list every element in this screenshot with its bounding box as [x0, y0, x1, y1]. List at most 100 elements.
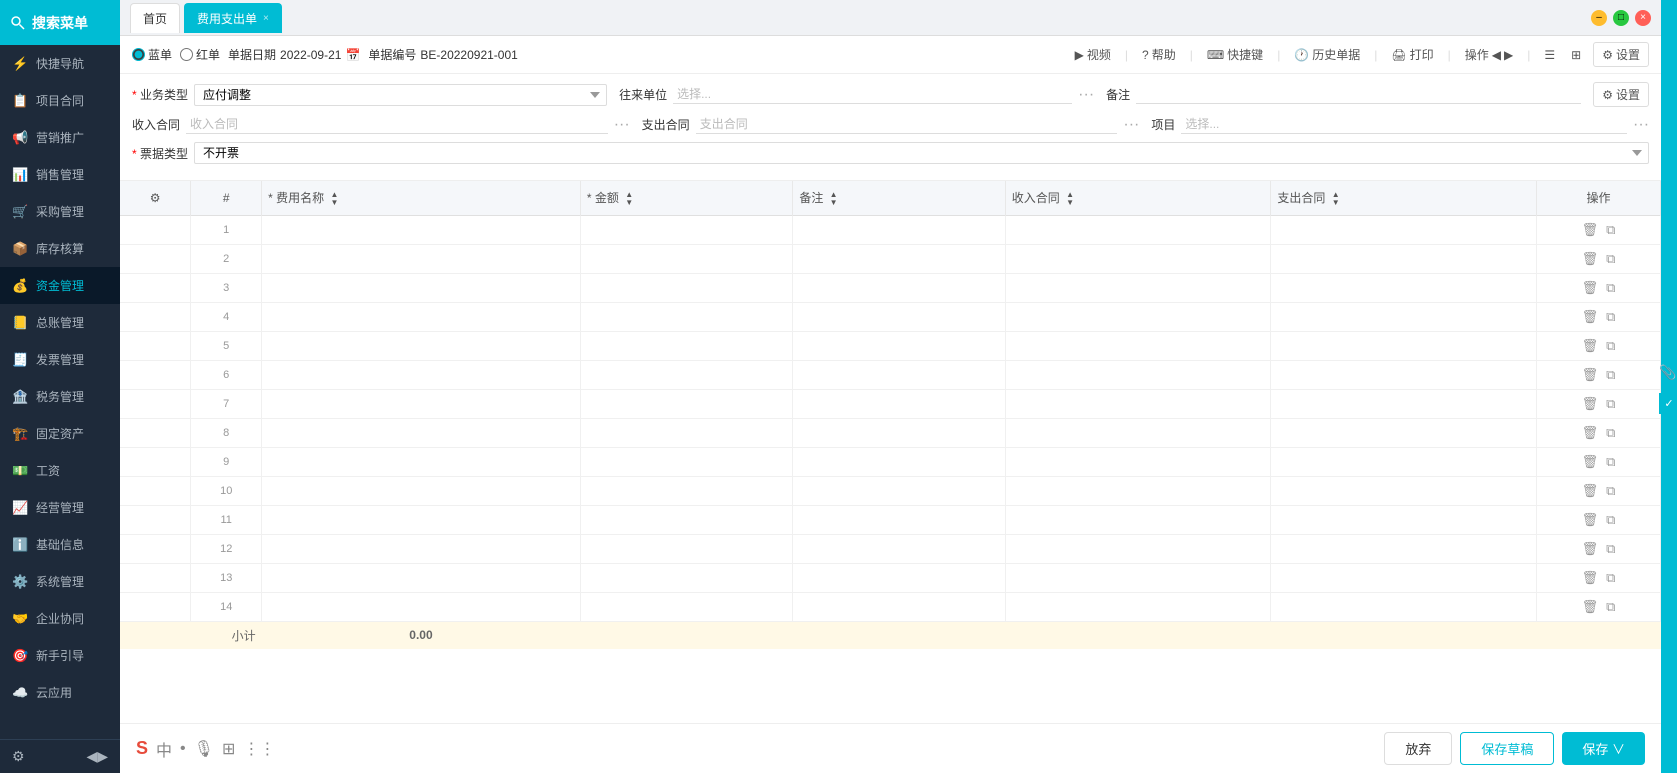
- sidebar-item-tax[interactable]: 🏦 税务管理: [0, 378, 120, 415]
- table-row[interactable]: 3 🗑 ⧉: [120, 273, 1661, 302]
- row-amount-cell[interactable]: [580, 418, 792, 447]
- calendar-icon[interactable]: 📅: [345, 48, 360, 62]
- row-expense-cell[interactable]: [1271, 447, 1537, 476]
- table-row[interactable]: 6 🗑 ⧉: [120, 360, 1661, 389]
- sidebar-item-operation[interactable]: 📈 经营管理: [0, 489, 120, 526]
- sidebar-header[interactable]: 搜索菜单: [0, 0, 120, 45]
- table-row[interactable]: 14 🗑 ⧉: [120, 592, 1661, 621]
- zhong-icon[interactable]: 中: [156, 737, 172, 761]
- row-income-cell[interactable]: [1005, 476, 1271, 505]
- row-income-cell[interactable]: [1005, 534, 1271, 563]
- tab-home[interactable]: 首页: [130, 3, 180, 33]
- row-expense-cell[interactable]: [1271, 331, 1537, 360]
- sidebar-item-new-guide[interactable]: 🎯 新手引导: [0, 637, 120, 674]
- sidebar-item-basic-info[interactable]: ℹ️ 基础信息: [0, 526, 120, 563]
- table-row[interactable]: 10 🗑 ⧉: [120, 476, 1661, 505]
- row-income-cell[interactable]: [1005, 302, 1271, 331]
- income-sort-icon[interactable]: ▲ ▼: [1066, 191, 1074, 207]
- save-draft-button[interactable]: 保存草稿: [1460, 732, 1554, 765]
- row-expense-cell[interactable]: [1271, 418, 1537, 447]
- row-remark-cell[interactable]: [793, 476, 1005, 505]
- sidebar-item-ledger[interactable]: 📒 总账管理: [0, 304, 120, 341]
- row-remark-cell[interactable]: [793, 302, 1005, 331]
- table-row[interactable]: 11 🗑 ⧉: [120, 505, 1661, 534]
- sidebar-item-marketing[interactable]: 📢 营销推广: [0, 119, 120, 156]
- red-doc-label[interactable]: 红单: [180, 46, 220, 63]
- row-delete-icon[interactable]: 🗑: [1580, 452, 1601, 472]
- row-copy-icon[interactable]: ⧉: [1604, 481, 1617, 501]
- row-delete-icon[interactable]: 🗑: [1580, 597, 1601, 617]
- row-income-cell[interactable]: [1005, 505, 1271, 534]
- sidebar-item-cloud-app[interactable]: ☁️ 云应用: [0, 674, 120, 711]
- row-name-cell[interactable]: [262, 273, 581, 302]
- table-row[interactable]: 13 🗑 ⧉: [120, 563, 1661, 592]
- row-name-cell[interactable]: [262, 389, 581, 418]
- sidebar-item-fixed-assets[interactable]: 🏗️ 固定资产: [0, 415, 120, 452]
- sidebar-item-quick-nav[interactable]: ⚡ 快捷导航: [0, 45, 120, 82]
- row-name-cell[interactable]: [262, 331, 581, 360]
- row-remark-cell[interactable]: [793, 360, 1005, 389]
- row-amount-cell[interactable]: [580, 505, 792, 534]
- grid-view-button[interactable]: ⊞: [1567, 46, 1585, 64]
- red-doc-radio[interactable]: [180, 48, 193, 61]
- right-panel[interactable]: 📎 ✓: [1661, 0, 1677, 773]
- row-delete-icon[interactable]: 🗑: [1580, 568, 1601, 588]
- row-income-cell[interactable]: [1005, 389, 1271, 418]
- row-name-cell[interactable]: [262, 302, 581, 331]
- row-amount-cell[interactable]: [580, 592, 792, 621]
- invoice-type-select[interactable]: 不开票: [194, 142, 1649, 164]
- counterpart-more-icon[interactable]: ···: [1078, 87, 1094, 103]
- row-amount-cell[interactable]: [580, 244, 792, 273]
- row-amount-cell[interactable]: [580, 360, 792, 389]
- row-remark-cell[interactable]: [793, 505, 1005, 534]
- tab-expense[interactable]: 费用支出单 ×: [184, 3, 282, 33]
- window-close-button[interactable]: ×: [1635, 10, 1651, 26]
- project-more-icon[interactable]: ···: [1633, 117, 1649, 133]
- row-delete-icon[interactable]: 🗑: [1580, 307, 1601, 327]
- row-copy-icon[interactable]: ⧉: [1604, 278, 1617, 298]
- row-copy-icon[interactable]: ⧉: [1604, 336, 1617, 356]
- row-remark-cell[interactable]: [793, 273, 1005, 302]
- sidebar-item-invoice[interactable]: 🧾 发票管理: [0, 341, 120, 378]
- operation-button[interactable]: 操作 ◀ ▶: [1461, 44, 1517, 65]
- row-copy-icon[interactable]: ⧉: [1604, 539, 1617, 559]
- row-income-cell[interactable]: [1005, 592, 1271, 621]
- row-income-cell[interactable]: [1005, 418, 1271, 447]
- row-name-cell[interactable]: [262, 244, 581, 273]
- row-amount-cell[interactable]: [580, 447, 792, 476]
- sidebar-item-project-contract[interactable]: 📋 项目合同: [0, 82, 120, 119]
- row-name-cell[interactable]: [262, 418, 581, 447]
- form-settings-button[interactable]: ⚙ 设置: [1593, 82, 1649, 107]
- row-amount-cell[interactable]: [580, 563, 792, 592]
- row-remark-cell[interactable]: [793, 534, 1005, 563]
- row-expense-cell[interactable]: [1271, 476, 1537, 505]
- row-copy-icon[interactable]: ⧉: [1604, 597, 1617, 617]
- blue-doc-label[interactable]: 蓝单: [132, 46, 172, 63]
- row-copy-icon[interactable]: ⧉: [1604, 365, 1617, 385]
- row-amount-cell[interactable]: [580, 302, 792, 331]
- business-type-select[interactable]: 应付调整: [194, 84, 607, 106]
- row-name-cell[interactable]: [262, 215, 581, 244]
- mic-icon[interactable]: 🎙: [194, 739, 214, 759]
- print-button[interactable]: 🖨 打印: [1387, 44, 1437, 65]
- row-expense-cell[interactable]: [1271, 360, 1537, 389]
- row-expense-cell[interactable]: [1271, 389, 1537, 418]
- row-copy-icon[interactable]: ⧉: [1604, 220, 1617, 240]
- row-delete-icon[interactable]: 🗑: [1580, 539, 1601, 559]
- row-copy-icon[interactable]: ⧉: [1604, 307, 1617, 327]
- col-name-header[interactable]: * 费用名称 ▲ ▼: [262, 181, 581, 215]
- row-name-cell[interactable]: [262, 505, 581, 534]
- date-value[interactable]: 2022-09-21: [280, 48, 341, 62]
- row-delete-icon[interactable]: 🗑: [1580, 510, 1601, 530]
- col-expense-header[interactable]: 支出合同 ▲ ▼: [1271, 181, 1537, 215]
- col-income-header[interactable]: 收入合同 ▲ ▼: [1005, 181, 1271, 215]
- table-row[interactable]: 1 🗑 ⧉: [120, 215, 1661, 244]
- row-amount-cell[interactable]: [580, 534, 792, 563]
- row-amount-cell[interactable]: [580, 389, 792, 418]
- sidebar-item-salary[interactable]: 💵 工资: [0, 452, 120, 489]
- sidebar-item-inventory[interactable]: 📦 库存核算: [0, 230, 120, 267]
- audio-bottom-icon[interactable]: ◀▶: [86, 748, 108, 765]
- row-copy-icon[interactable]: ⧉: [1604, 510, 1617, 530]
- col-amount-header[interactable]: * 金额 ▲ ▼: [580, 181, 792, 215]
- sidebar-item-system[interactable]: ⚙️ 系统管理: [0, 563, 120, 600]
